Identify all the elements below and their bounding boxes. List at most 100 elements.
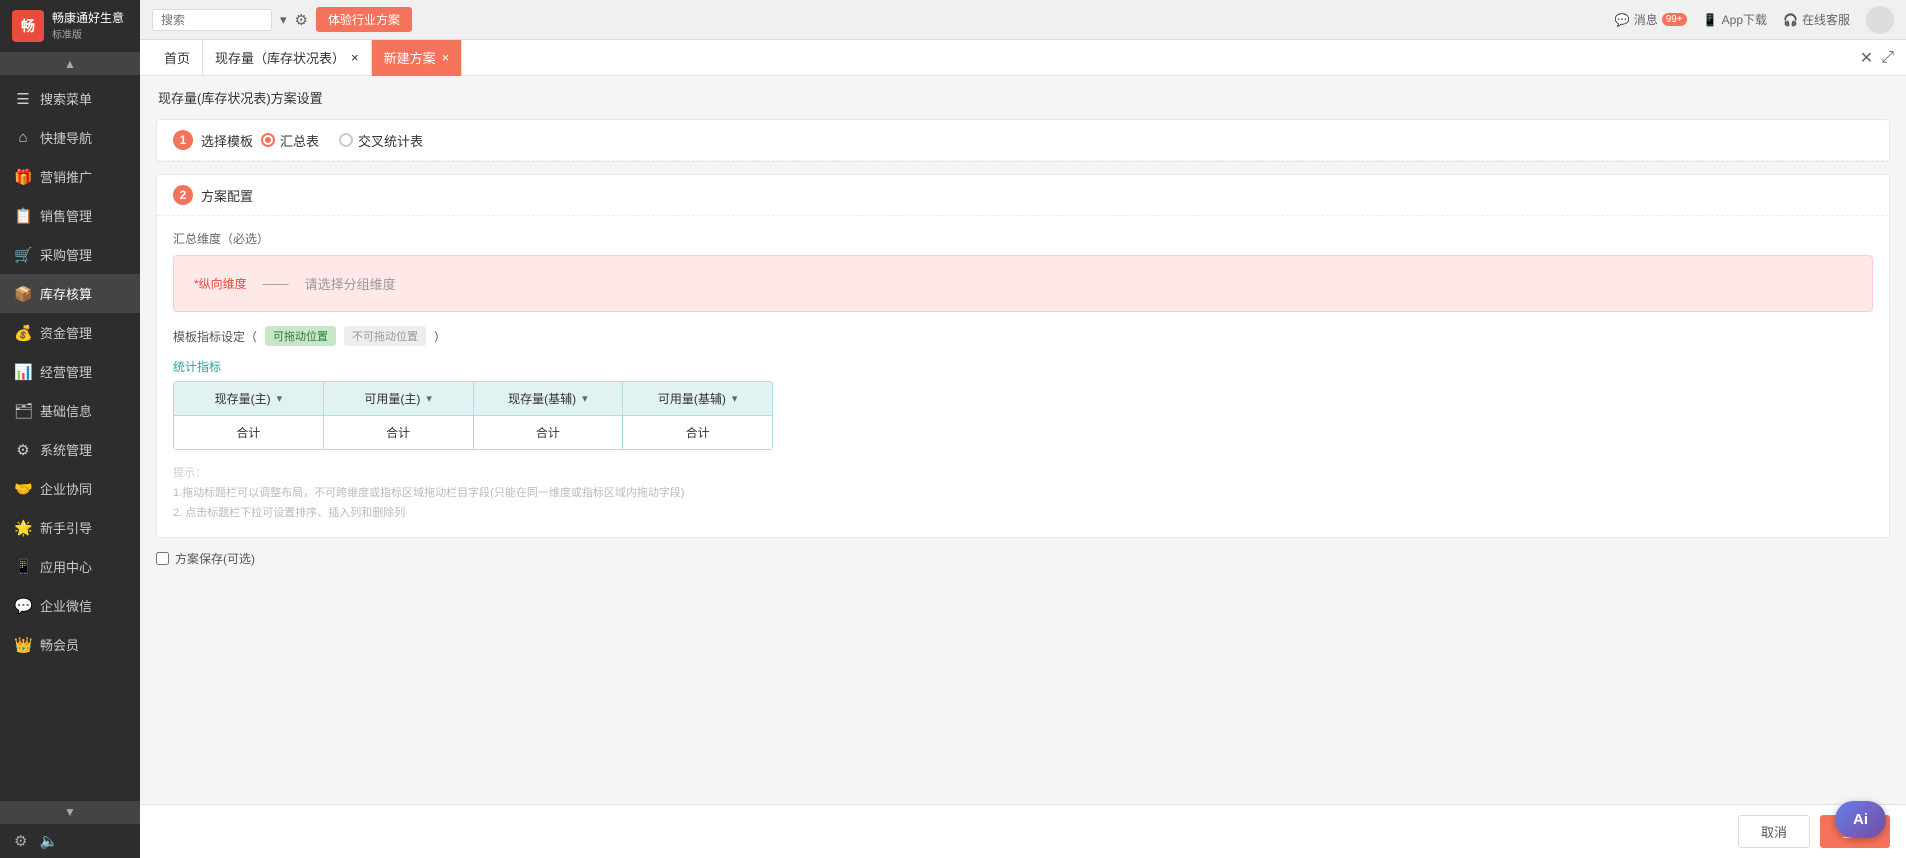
indicator-settings: 模板指标设定（ 可拖动位置 不可拖动位置 ） [173,326,1873,346]
app-center-icon: 📱 [14,558,32,576]
logo-icon: 畅 [12,10,44,42]
dimension-dash: —— [263,276,289,291]
save-checkbox[interactable] [156,552,169,565]
system-icon: ⚙ [14,441,32,459]
tab-new-plan[interactable]: 新建方案 × [372,40,463,76]
content-area: 现存量(库存状况表)方案设置 1 选择模板 汇总表 交叉统计表 [140,76,1906,804]
sidebar-scroll-up[interactable]: ▲ [0,53,140,75]
step1-badge: 1 [173,130,193,150]
tab-inventory[interactable]: 现存量（库存状况表） × [203,40,372,76]
tabbar-expand-btn[interactable]: ⤢ [1881,48,1894,68]
tips-title: 提示： [173,467,206,479]
sidebar-item-label: 经营管理 [40,362,92,381]
messages-item[interactable]: 💬 消息 99+ [1615,11,1687,28]
marketing-icon: 🎁 [14,168,32,186]
speaker-icon[interactable]: 🔈 [39,832,58,850]
sales-icon: 📋 [14,207,32,225]
sidebar-item-operation[interactable]: 📊 经营管理 [0,352,140,391]
header-label-3: 现存量(基辅) [508,390,576,407]
sidebar-nav: ☰ 搜索菜单 ⌂ 快捷导航 🎁 营销推广 📋 销售管理 🛒 采购管理 📦 库存核… [0,75,140,801]
sidebar-item-enterprise-coop[interactable]: 🤝 企业协同 [0,469,140,508]
step2-badge: 2 [173,185,193,205]
stats-cell-3: 合计 [474,416,624,449]
dropdown-icon-3[interactable]: ▾ [582,392,588,405]
inventory-tab-label: 现存量（库存状况表） [215,48,345,67]
user-avatar[interactable] [1866,6,1894,34]
radio-cross[interactable]: 交叉统计表 [339,131,423,150]
cancel-button[interactable]: 取消 [1738,815,1810,848]
purchase-icon: 🛒 [14,246,32,264]
stats-header-col3[interactable]: 现存量(基辅) ▾ [474,382,624,415]
sidebar-item-app-center[interactable]: 📱 应用中心 [0,547,140,586]
sidebar-item-label: 资金管理 [40,323,92,342]
stats-header-col1[interactable]: 现存量(主) ▾ [174,382,324,415]
sidebar-item-search-menu[interactable]: ☰ 搜索菜单 [0,79,140,118]
new-guide-icon: 🌟 [14,519,32,537]
sidebar-item-purchase[interactable]: 🛒 采购管理 [0,235,140,274]
sidebar-item-vip[interactable]: 👑 畅会员 [0,625,140,664]
sidebar: 畅 畅康通好生意 标准版 ▲ ☰ 搜索菜单 ⌂ 快捷导航 🎁 营销推广 📋 销售… [0,0,140,858]
stats-cell-1: 合计 [174,416,324,449]
headset-icon: 🎧 [1783,13,1798,27]
sidebar-item-label: 应用中心 [40,557,92,576]
sidebar-item-new-guide[interactable]: 🌟 新手引导 [0,508,140,547]
stats-table-header: 现存量(主) ▾ 可用量(主) ▾ 现存量(基辅) ▾ 可用量(基辅) [174,382,772,415]
dimension-area[interactable]: *纵向维度 —— 请选择分组维度 [173,255,1873,312]
online-support-label: 在线客服 [1802,11,1850,28]
tabbar-close-btn[interactable]: ✕ [1860,48,1873,68]
step2-section: 2 方案配置 汇总维度（必选） *纵向维度 —— 请选择分组维度 模板指标设定（… [156,174,1890,538]
app-download-item[interactable]: 📱 App下载 [1703,11,1767,28]
dropdown-icon-4[interactable]: ▾ [732,392,738,405]
template-radio-group: 汇总表 交叉统计表 [261,131,423,150]
radio-cross-label: 交叉统计表 [358,131,423,150]
stats-label: 统计指标 [173,358,1873,375]
tabbar-actions: ✕ ⤢ [1860,48,1894,68]
dimension-placeholder: 请选择分组维度 [305,274,396,293]
dropdown-icon-2[interactable]: ▾ [426,392,432,405]
sidebar-bottom: ⚙ 🔈 [0,823,140,858]
dropdown-icon-1[interactable]: ▾ [277,392,283,405]
cell-value-3: 合计 [536,424,560,441]
stats-cell-4: 合计 [623,416,772,449]
radio-cross-circle [339,133,353,147]
sidebar-logo: 畅 畅康通好生意 标准版 [0,0,140,53]
stats-header-col2[interactable]: 可用量(主) ▾ [324,382,474,415]
sidebar-item-finance[interactable]: 💰 资金管理 [0,313,140,352]
sidebar-item-label: 企业协同 [40,479,92,498]
cell-value-4: 合计 [686,424,710,441]
topbar-right: 💬 消息 99+ 📱 App下载 🎧 在线客服 [1615,6,1894,34]
stats-table-row: 合计 合计 合计 合计 [174,415,772,449]
sidebar-item-quick-nav[interactable]: ⌂ 快捷导航 [0,118,140,157]
inventory-tab-close[interactable]: × [351,51,359,64]
header-label-1: 现存量(主) [215,390,271,407]
sidebar-item-basic-info[interactable]: 🗂 基础信息 [0,391,140,430]
step1-header: 1 选择模板 汇总表 交叉统计表 [157,120,1889,161]
sidebar-item-sales[interactable]: 📋 销售管理 [0,196,140,235]
save-option-label: 方案保存(可选) [175,550,255,567]
stats-header-col4[interactable]: 可用量(基辅) ▾ [623,382,772,415]
radio-summary[interactable]: 汇总表 [261,131,319,150]
tip-item-2: 2. 点击标题栏下拉可设置排序、插入列和删除列 [173,504,1873,524]
home-tab-label: 首页 [164,48,190,67]
topbar-gear-btn[interactable]: ⚙ [295,11,308,29]
sidebar-item-inventory[interactable]: 📦 库存核算 [0,274,140,313]
sidebar-scroll-down[interactable]: ▼ [0,801,140,823]
new-plan-tab-close[interactable]: × [442,51,450,64]
sidebar-item-label: 系统管理 [40,440,92,459]
search-dropdown-btn[interactable]: ▾ [280,12,287,28]
sidebar-item-label: 新手引导 [40,518,92,537]
step2-title: 方案配置 [201,186,253,205]
tab-home[interactable]: 首页 [152,40,203,76]
radio-summary-label: 汇总表 [280,131,319,150]
sidebar-item-enterprise-wechat[interactable]: 💬 企业微信 [0,586,140,625]
sidebar-item-marketing[interactable]: 🎁 营销推广 [0,157,140,196]
ai-fab-button[interactable]: Ai [1835,801,1886,838]
settings-icon[interactable]: ⚙ [14,832,27,850]
tabbar: 首页 现存量（库存状况表） × 新建方案 × ✕ ⤢ [140,40,1906,76]
industry-solution-button[interactable]: 体验行业方案 [316,7,412,32]
page-title: 现存量(库存状况表)方案设置 [156,88,1890,107]
online-support-item[interactable]: 🎧 在线客服 [1783,11,1850,28]
non-draggable-chip: 不可拖动位置 [344,326,426,346]
search-input[interactable] [152,9,272,31]
sidebar-item-system[interactable]: ⚙ 系统管理 [0,430,140,469]
